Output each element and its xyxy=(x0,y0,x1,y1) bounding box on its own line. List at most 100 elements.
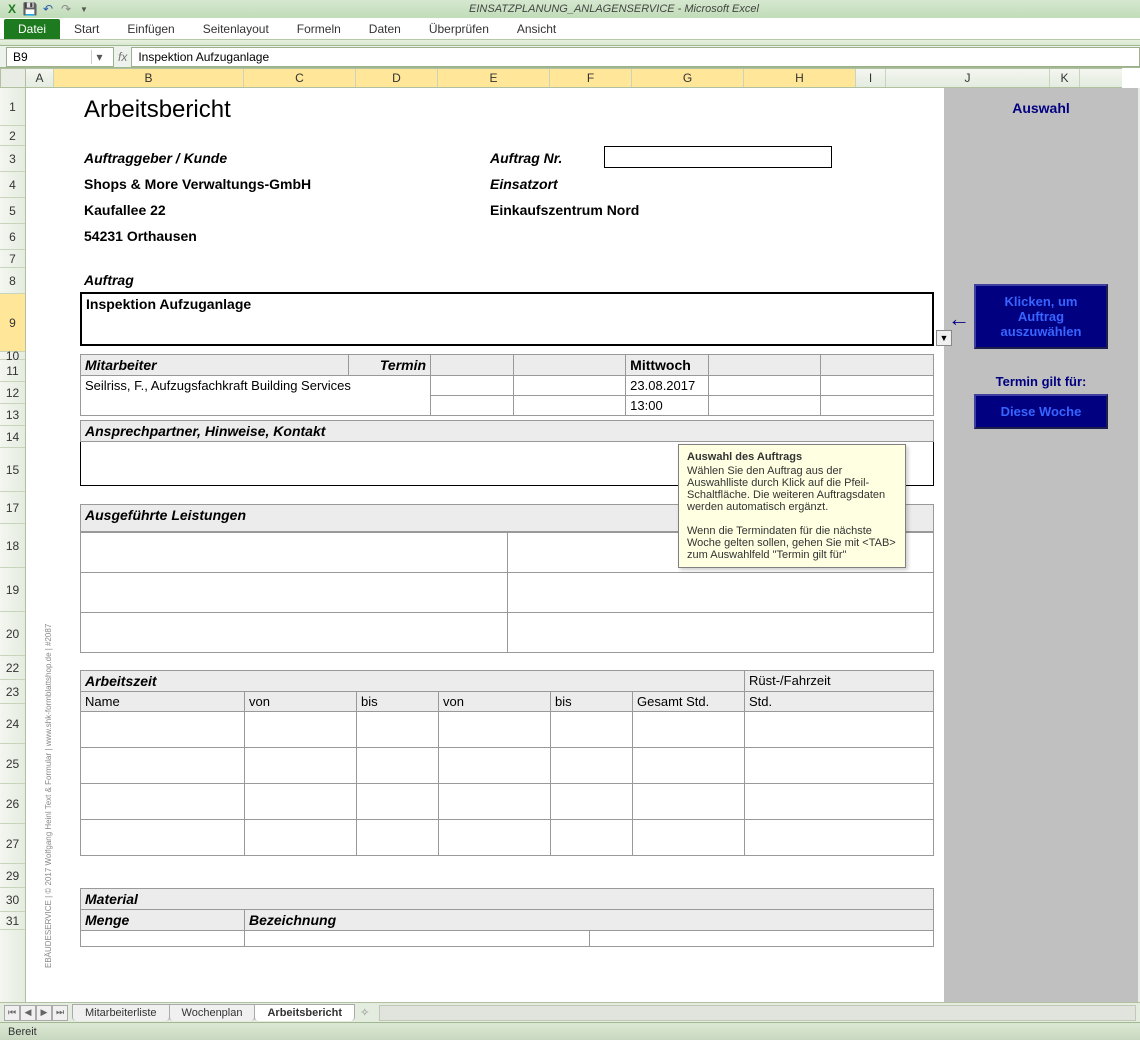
col-header-D[interactable]: D xyxy=(356,69,438,87)
col-header-A[interactable]: A xyxy=(26,69,54,87)
row-header-6[interactable]: 6 xyxy=(0,224,25,250)
tab-next-icon[interactable]: ▶ xyxy=(36,1005,52,1021)
row-header-14[interactable]: 14 xyxy=(0,426,25,448)
tab-start[interactable]: Start xyxy=(60,19,113,39)
select-all-corner[interactable] xyxy=(0,68,26,88)
redo-icon[interactable]: ↷ xyxy=(58,1,74,17)
table-row[interactable] xyxy=(81,712,934,748)
table-row[interactable] xyxy=(81,931,934,947)
formula-bar[interactable]: Inspektion Aufzuganlage xyxy=(131,47,1140,67)
formula-value: Inspektion Aufzuganlage xyxy=(138,50,269,64)
row-header-13[interactable]: 13 xyxy=(0,404,25,426)
row-header-25[interactable]: 25 xyxy=(0,744,25,784)
status-bar: Bereit xyxy=(0,1022,1140,1040)
tooltip-p2: Wenn die Termindaten für die nächste Woc… xyxy=(687,525,897,561)
sheet-tab-bar: ⏮ ◀ ▶ ⏭ Mitarbeiterliste Wochenplan Arbe… xyxy=(0,1002,1140,1022)
row-header-22[interactable]: 22 xyxy=(0,656,25,680)
row-header-9[interactable]: 9 xyxy=(0,294,25,352)
row-header-1[interactable]: 1 xyxy=(0,88,25,126)
col-header-K[interactable]: K xyxy=(1050,69,1080,87)
row-header-8[interactable]: 8 xyxy=(0,268,25,294)
tab-data[interactable]: Daten xyxy=(355,19,415,39)
tab-pagelayout[interactable]: Seitenlayout xyxy=(189,19,283,39)
order-no-label: Auftrag Nr. xyxy=(490,150,562,166)
tab-view[interactable]: Ansicht xyxy=(503,19,570,39)
row-header-10[interactable]: 10 xyxy=(0,352,25,360)
col-header-C[interactable]: C xyxy=(244,69,356,87)
employee-cell[interactable]: Seilriss, F., Aufzugsfachkraft Building … xyxy=(81,376,431,416)
client-street: Kaufallee 22 xyxy=(84,202,166,218)
tooltip: Auswahl des Auftrags Wählen Sie den Auft… xyxy=(678,444,906,568)
order-no-field[interactable] xyxy=(604,146,832,168)
termin-time-cell[interactable]: 13:00 xyxy=(626,396,708,416)
dropdown-handle-icon[interactable]: ▼ xyxy=(936,330,952,346)
sheet-tab-arbeitsbericht[interactable]: Arbeitsbericht xyxy=(254,1004,355,1021)
row-header-23[interactable]: 23 xyxy=(0,680,25,704)
row-header-20[interactable]: 20 xyxy=(0,612,25,656)
selected-cell[interactable]: Inspektion Aufzuganlage xyxy=(80,292,934,346)
cells-area[interactable]: EBÄUDESERVICE | © 2017 Wolfgang Heinl Te… xyxy=(26,88,1122,1002)
formula-buttons: fx xyxy=(118,50,127,64)
table-row[interactable] xyxy=(81,820,934,856)
row-header-15[interactable]: 15 xyxy=(0,448,25,492)
table-row[interactable] xyxy=(81,748,934,784)
name-box-dropdown-icon[interactable]: ▾ xyxy=(91,50,107,64)
new-sheet-icon[interactable]: ✧ xyxy=(360,1006,369,1019)
sheet-tab-wochenplan[interactable]: Wochenplan xyxy=(169,1004,256,1021)
tab-nav: ⏮ ◀ ▶ ⏭ xyxy=(4,1005,68,1021)
row-header-30[interactable]: 30 xyxy=(0,888,25,912)
row-header-29[interactable]: 29 xyxy=(0,864,25,888)
col-header-F[interactable]: F xyxy=(550,69,632,87)
termin-date-cell[interactable]: 23.08.2017 xyxy=(626,376,708,396)
row-header-26[interactable]: 26 xyxy=(0,784,25,824)
row-header-27[interactable]: 27 xyxy=(0,824,25,864)
sheet-tab-mitarbeiterliste[interactable]: Mitarbeiterliste xyxy=(72,1004,170,1021)
save-icon[interactable]: 💾 xyxy=(22,1,38,17)
col-header-G[interactable]: G xyxy=(632,69,744,87)
client-city: 54231 Orthausen xyxy=(84,228,197,244)
employee-termin-table: Mitarbeiter Termin Mittwoch Seilriss, F.… xyxy=(80,354,934,416)
ribbon-tabs: Datei Start Einfügen Seitenlayout Formel… xyxy=(0,18,1140,40)
col-header-E[interactable]: E xyxy=(438,69,550,87)
arrow-left-icon: ← xyxy=(948,306,970,332)
row-header-3[interactable]: 3 xyxy=(0,146,25,172)
file-tab[interactable]: Datei xyxy=(4,19,60,39)
tab-insert[interactable]: Einfügen xyxy=(113,19,188,39)
col-header-J[interactable]: J xyxy=(886,69,1050,87)
title-bar: X 💾 ↶ ↷ ▼ EINSATZPLANUNG_ANLAGENSERVICE … xyxy=(0,0,1140,18)
col-header-B[interactable]: B xyxy=(54,69,244,87)
travel-header: Rüst-/Fahrzeit xyxy=(749,673,831,688)
fx-icon[interactable]: fx xyxy=(118,50,127,64)
row-header-5[interactable]: 5 xyxy=(0,198,25,224)
row-header-2[interactable]: 2 xyxy=(0,126,25,146)
row-header-11[interactable]: 11 xyxy=(0,360,25,382)
row-header-19[interactable]: 19 xyxy=(0,568,25,612)
select-order-button[interactable]: Klicken, umAuftragauszuwählen xyxy=(974,284,1108,349)
row-header-31[interactable]: 31 xyxy=(0,912,25,930)
column-headers: ABCDEFGHIJK xyxy=(26,68,1122,88)
undo-icon[interactable]: ↶ xyxy=(40,1,56,17)
sheet-content: EBÄUDESERVICE | © 2017 Wolfgang Heinl Te… xyxy=(26,88,1122,1002)
row-header-18[interactable]: 18 xyxy=(0,524,25,568)
horizontal-scrollbar[interactable] xyxy=(379,1005,1136,1021)
col-header-I[interactable]: I xyxy=(856,69,886,87)
row-header-24[interactable]: 24 xyxy=(0,704,25,744)
grid: ABCDEFGHIJK 1234567891011121314151718192… xyxy=(0,68,1140,1002)
tab-first-icon[interactable]: ⏮ xyxy=(4,1005,20,1021)
tab-review[interactable]: Überprüfen xyxy=(415,19,503,39)
tab-last-icon[interactable]: ⏭ xyxy=(52,1005,68,1021)
table-row[interactable] xyxy=(81,784,934,820)
col-header-H[interactable]: H xyxy=(744,69,856,87)
excel-icon: X xyxy=(4,1,20,17)
name-box[interactable]: B9 ▾ xyxy=(6,47,114,67)
row-header-4[interactable]: 4 xyxy=(0,172,25,198)
this-week-button[interactable]: Diese Woche xyxy=(974,394,1108,429)
row-header-7[interactable]: 7 xyxy=(0,250,25,268)
tab-prev-icon[interactable]: ◀ xyxy=(20,1005,36,1021)
row-header-17[interactable]: 17 xyxy=(0,492,25,524)
copyright-text: EBÄUDESERVICE | © 2017 Wolfgang Heinl Te… xyxy=(44,624,53,968)
row-header-12[interactable]: 12 xyxy=(0,382,25,404)
qat-dropdown-icon[interactable]: ▼ xyxy=(76,1,92,17)
tab-formulas[interactable]: Formeln xyxy=(283,19,355,39)
material-header: Material xyxy=(85,891,138,907)
